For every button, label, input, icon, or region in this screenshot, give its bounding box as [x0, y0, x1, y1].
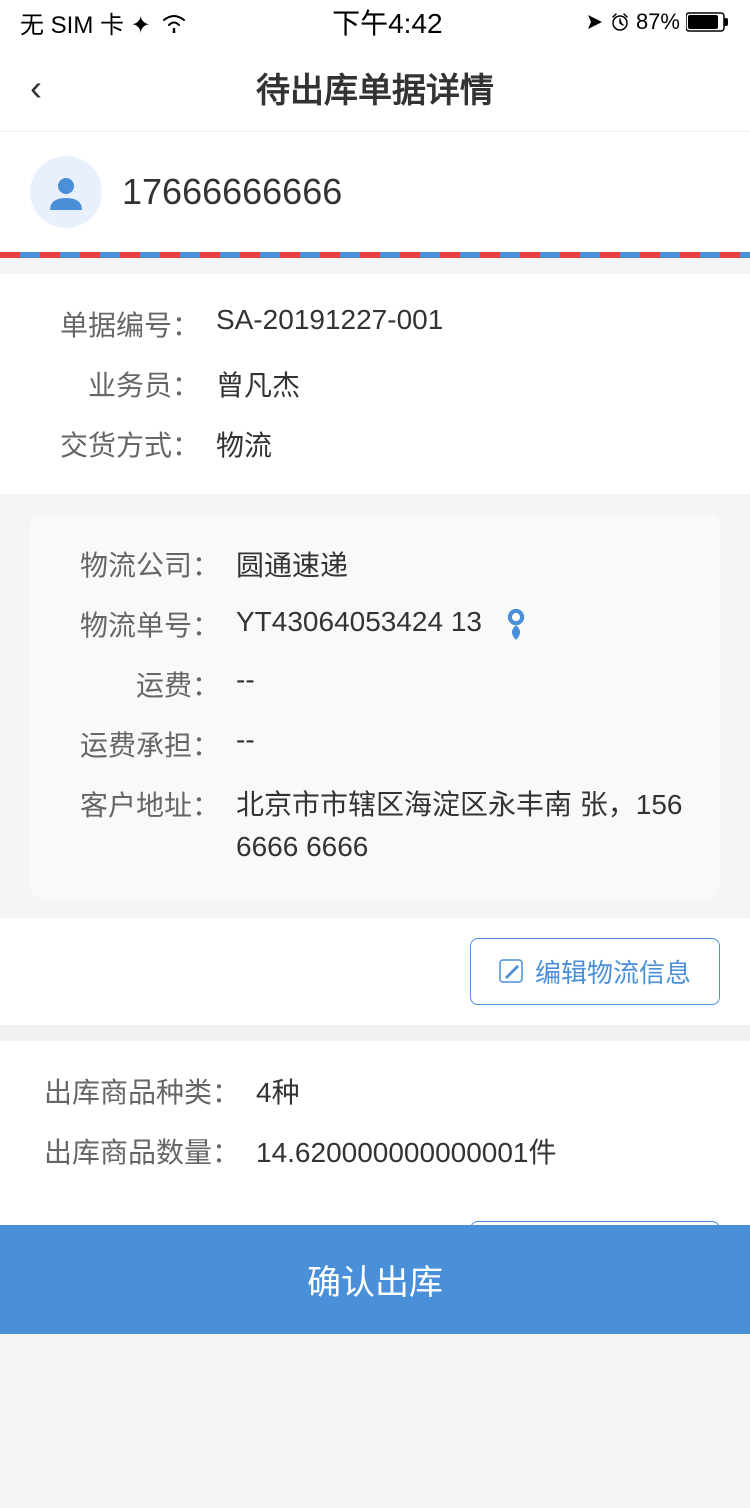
freight-bear-label: 运费承担：	[60, 724, 220, 764]
alarm-icon	[610, 12, 630, 32]
goods-qty-row: 出库商品数量： 14.620000000000001件	[40, 1131, 710, 1171]
delivery-label: 交货方式：	[40, 424, 200, 464]
goods-type-row: 出库商品种类： 4种	[40, 1071, 710, 1111]
status-time: 下午4:42	[332, 2, 443, 42]
customer-header: 17666666666	[0, 132, 750, 252]
logistics-tracking-row: 物流单号： YT43064053424 13	[60, 604, 690, 644]
logistics-company-row: 物流公司： 圆通速递	[60, 544, 690, 584]
avatar	[30, 156, 102, 228]
back-button[interactable]: ‹	[30, 67, 42, 109]
status-bar: 无 SIM 卡 ✦ 下午4:42 87%	[0, 0, 750, 44]
map-pin-icon[interactable]	[498, 604, 534, 640]
confirm-button[interactable]: 确认出库	[0, 1255, 750, 1304]
goods-type-label: 出库商品种类：	[40, 1071, 240, 1111]
logistics-company-label: 物流公司：	[60, 544, 220, 584]
salesman-label: 业务员：	[40, 364, 200, 404]
goods-qty-value: 14.620000000000001件	[256, 1131, 557, 1171]
delivery-value: 物流	[216, 424, 710, 464]
logistics-tracking-value: YT43064053424 13	[236, 604, 690, 640]
battery-text: 87%	[636, 9, 680, 35]
edit-logistics-label: 编辑物流信息	[535, 953, 691, 990]
sim-text: 无 SIM 卡 ✦	[20, 5, 151, 40]
wifi-icon	[159, 11, 189, 33]
location-arrow-icon	[586, 13, 604, 31]
customer-phone: 17666666666	[122, 171, 342, 213]
order-no-value: SA-20191227-001	[216, 304, 710, 336]
order-info-section: 单据编号： SA-20191227-001 业务员： 曾凡杰 交货方式： 物流	[0, 274, 750, 494]
goods-section: 出库商品种类： 4种 出库商品数量： 14.620000000000001件	[0, 1041, 750, 1201]
address-label: 客户地址：	[60, 784, 220, 824]
section-divider	[0, 1025, 750, 1041]
status-right: 87%	[586, 9, 730, 35]
order-no-label: 单据编号：	[40, 304, 200, 344]
goods-qty-label: 出库商品数量：	[40, 1131, 240, 1171]
person-icon	[44, 170, 88, 214]
freight-bear-value: --	[236, 724, 690, 756]
dashed-divider	[0, 252, 750, 258]
delivery-row: 交货方式： 物流	[40, 424, 710, 464]
freight-label: 运费：	[60, 664, 220, 704]
edit-btn-row: 编辑物流信息	[0, 918, 750, 1025]
status-left: 无 SIM 卡 ✦	[20, 5, 189, 40]
bottom-space	[0, 1308, 750, 1508]
salesman-value: 曾凡杰	[216, 364, 710, 404]
edit-icon	[499, 959, 525, 985]
salesman-row: 业务员： 曾凡杰	[40, 364, 710, 404]
confirm-btn-container: 确认出库	[0, 1225, 750, 1334]
logistics-card: 物流公司： 圆通速递 物流单号： YT43064053424 13 运费： --…	[30, 514, 720, 898]
order-no-row: 单据编号： SA-20191227-001	[40, 304, 710, 344]
freight-row: 运费： --	[60, 664, 690, 704]
freight-bear-row: 运费承担： --	[60, 724, 690, 764]
address-value: 北京市市辖区海淀区永丰南 张，156 6666 6666	[236, 784, 690, 868]
page-title: 待出库单据详情	[256, 63, 494, 112]
edit-logistics-button[interactable]: 编辑物流信息	[470, 938, 720, 1005]
freight-value: --	[236, 664, 690, 696]
goods-type-value: 4种	[256, 1071, 300, 1111]
logistics-tracking-label: 物流单号：	[60, 604, 220, 644]
nav-bar: ‹ 待出库单据详情	[0, 44, 750, 132]
battery-icon	[686, 11, 730, 33]
logistics-company-value: 圆通速递	[236, 544, 690, 584]
address-row: 客户地址： 北京市市辖区海淀区永丰南 张，156 6666 6666	[60, 784, 690, 868]
